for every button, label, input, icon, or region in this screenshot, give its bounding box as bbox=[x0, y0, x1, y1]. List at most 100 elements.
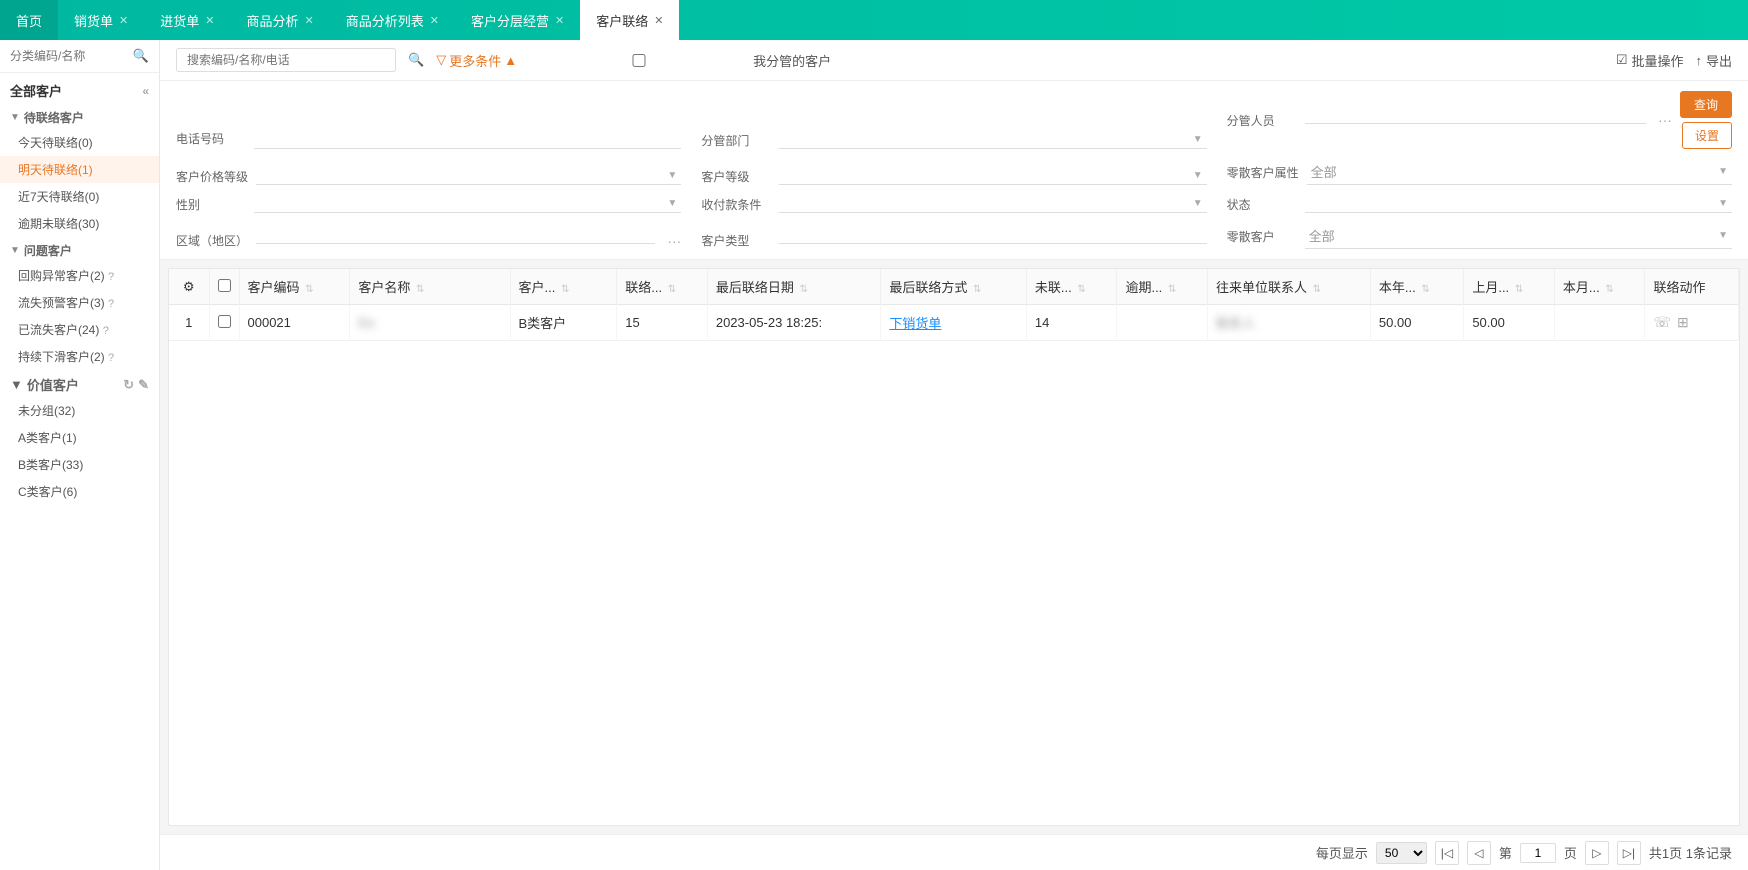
td-customer-name: Ea bbox=[350, 305, 510, 341]
th-checkbox[interactable] bbox=[209, 269, 239, 305]
search-icon[interactable]: 🔍 bbox=[133, 48, 149, 64]
query-button[interactable]: 查询 bbox=[1680, 91, 1732, 118]
th-contact-count[interactable]: 联络... ⇅ bbox=[617, 269, 708, 305]
sidebar-item-tomorrow-pending[interactable]: 明天待联络(1) bbox=[0, 156, 159, 183]
row-checkbox[interactable] bbox=[218, 315, 231, 328]
close-icon[interactable]: ✕ bbox=[430, 14, 439, 27]
nav-product-analysis-list[interactable]: 商品分析列表 ✕ bbox=[330, 0, 455, 40]
th-setting[interactable]: ⚙ bbox=[169, 269, 209, 305]
region-select[interactable] bbox=[256, 237, 655, 244]
filter-status: 状态 ▼ bbox=[1227, 195, 1732, 213]
collapse-icon[interactable]: « bbox=[142, 84, 149, 98]
sidebar-item-repurchase-abnormal[interactable]: 回购异常客户(2) ? bbox=[0, 262, 159, 289]
customer-name-blurred: Ea bbox=[358, 315, 374, 330]
settings-button[interactable]: 设置 bbox=[1682, 122, 1732, 149]
region-dots[interactable]: ··· bbox=[667, 233, 681, 249]
edit-icon[interactable]: ✎ bbox=[138, 377, 149, 393]
filter-phone: 电话号码 bbox=[176, 128, 681, 149]
last-page-btn[interactable]: ▷| bbox=[1617, 841, 1641, 865]
th-last-month[interactable]: 上月... ⇅ bbox=[1464, 269, 1555, 305]
last-method-link[interactable]: 下销货单 bbox=[889, 316, 941, 331]
my-customers-checkbox[interactable] bbox=[529, 54, 749, 67]
dept-select[interactable]: ▼ bbox=[779, 131, 1206, 149]
close-icon[interactable]: ✕ bbox=[119, 14, 128, 27]
nav-customer-contact[interactable]: 客户联络 ✕ bbox=[580, 0, 679, 40]
my-customers-filter[interactable]: 我分管的客户 bbox=[529, 51, 831, 70]
th-this-month[interactable]: 本月... ⇅ bbox=[1554, 269, 1645, 305]
nav-sales-order[interactable]: 销货单 ✕ bbox=[58, 0, 144, 40]
sidebar-group-problem: 问题客户 bbox=[0, 237, 159, 262]
sidebar: 🔍 全部客户 « 待联络客户 今天待联络(0) 明天待联络(1) 近7天待联络(… bbox=[0, 40, 160, 870]
th-overdue[interactable]: 逾期... ⇅ bbox=[1117, 269, 1208, 305]
th-customer-type[interactable]: 客户... ⇅ bbox=[510, 269, 617, 305]
th-last-contact-date[interactable]: 最后联络日期 ⇅ bbox=[707, 269, 881, 305]
sidebar-search-input[interactable] bbox=[10, 49, 133, 63]
manager-dots[interactable]: ··· bbox=[1658, 112, 1672, 128]
sidebar-item-7days-pending[interactable]: 近7天待联络(0) bbox=[0, 183, 159, 210]
price-grade-select[interactable]: ▼ bbox=[256, 167, 681, 185]
export-btn[interactable]: ↑ 导出 bbox=[1695, 51, 1732, 70]
prev-page-btn[interactable]: ◁ bbox=[1467, 841, 1491, 865]
customer-grade-select[interactable]: ▼ bbox=[779, 167, 1206, 185]
next-page-btn[interactable]: ▷ bbox=[1585, 841, 1609, 865]
retail-attr-select[interactable]: 全部▼ bbox=[1307, 159, 1732, 185]
table-row: 1 000021 Ea B类客户 15 2023-05-23 18:25: 下销… bbox=[169, 305, 1739, 341]
contact-icon[interactable]: ☏ bbox=[1653, 314, 1671, 331]
th-last-contact-method[interactable]: 最后联络方式 ⇅ bbox=[881, 269, 1027, 305]
sidebar-item-class-a[interactable]: A类客户(1) bbox=[0, 424, 159, 451]
nav-home[interactable]: 首页 bbox=[0, 0, 58, 40]
manager-select[interactable] bbox=[1305, 117, 1646, 124]
select-all-checkbox[interactable] bbox=[218, 279, 231, 292]
all-customers-header[interactable]: 全部客户 « bbox=[0, 73, 159, 104]
customer-table: ⚙ 客户编码 ⇅ 客户名称 ⇅ 客户... ⇅ 联络... ⇅ 最后联络日期 ⇅… bbox=[169, 269, 1739, 341]
search-input[interactable] bbox=[176, 48, 396, 72]
sidebar-item-churn-warning[interactable]: 流失预警客户(3) ? bbox=[0, 289, 159, 316]
th-contact-action[interactable]: 联络动作 bbox=[1645, 269, 1739, 305]
th-customer-name[interactable]: 客户名称 ⇅ bbox=[350, 269, 510, 305]
th-this-year[interactable]: 本年... ⇅ bbox=[1370, 269, 1463, 305]
td-this-year: 50.00 bbox=[1370, 305, 1463, 341]
retail-customer-select[interactable]: 全部▼ bbox=[1305, 223, 1732, 249]
th-partner-contact[interactable]: 往来单位联系人 ⇅ bbox=[1208, 269, 1371, 305]
nav-customer-segmentation[interactable]: 客户分层经营 ✕ bbox=[455, 0, 580, 40]
first-page-btn[interactable]: |◁ bbox=[1435, 841, 1459, 865]
page-number-input[interactable] bbox=[1520, 843, 1556, 863]
more-conditions-btn[interactable]: ▽ 更多条件 ▲ bbox=[436, 51, 517, 70]
sidebar-item-ungroup[interactable]: 未分组(32) bbox=[0, 397, 159, 424]
close-icon[interactable]: ✕ bbox=[305, 14, 314, 27]
pagination-bar: 每页显示 50 100 200 |◁ ◁ 第 页 ▷ ▷| 共1页 1条记录 bbox=[160, 834, 1748, 870]
filter-dept: 分管部门 ▼ bbox=[701, 131, 1206, 149]
payment-select[interactable]: ▼ bbox=[779, 195, 1206, 213]
qr-code-icon[interactable]: ⊞ bbox=[1677, 314, 1689, 331]
td-row-num: 1 bbox=[169, 305, 209, 341]
th-uncontact-days[interactable]: 未联... ⇅ bbox=[1026, 269, 1117, 305]
sidebar-item-declining[interactable]: 持续下滑客户(2) ? bbox=[0, 343, 159, 370]
nav-product-analysis[interactable]: 商品分析 ✕ bbox=[230, 0, 329, 40]
batch-operation-btn[interactable]: ☑ 批量操作 bbox=[1616, 51, 1684, 70]
total-records-label: 共1页 1条记录 bbox=[1649, 843, 1732, 862]
sidebar-item-class-c[interactable]: C类客户(6) bbox=[0, 478, 159, 505]
sidebar-item-class-b[interactable]: B类客户(33) bbox=[0, 451, 159, 478]
td-last-method[interactable]: 下销货单 bbox=[881, 305, 1027, 341]
content-area: 🔍 ▽ 更多条件 ▲ 我分管的客户 ☑ 批量操作 ↑ 导出 bbox=[160, 40, 1748, 870]
search-submit-icon[interactable]: 🔍 bbox=[408, 52, 424, 68]
page-suffix: 页 bbox=[1564, 843, 1577, 862]
sidebar-item-overdue-pending[interactable]: 逾期未联络(30) bbox=[0, 210, 159, 237]
close-icon[interactable]: ✕ bbox=[654, 14, 663, 27]
close-icon[interactable]: ✕ bbox=[205, 14, 214, 27]
customer-type-select[interactable] bbox=[779, 237, 1206, 244]
per-page-select[interactable]: 50 100 200 bbox=[1376, 842, 1427, 864]
filter-action-buttons: 查询 设置 bbox=[1680, 91, 1732, 149]
td-checkbox[interactable] bbox=[209, 305, 239, 341]
gender-select[interactable]: ▼ bbox=[254, 195, 681, 213]
status-select[interactable]: ▼ bbox=[1305, 195, 1732, 213]
phone-input[interactable] bbox=[254, 128, 681, 149]
sidebar-item-churned[interactable]: 已流失客户(24) ? bbox=[0, 316, 159, 343]
nav-purchase-order[interactable]: 进货单 ✕ bbox=[144, 0, 230, 40]
sidebar-item-today-pending[interactable]: 今天待联络(0) bbox=[0, 129, 159, 156]
close-icon[interactable]: ✕ bbox=[555, 14, 564, 27]
action-icons-group: ☏ ⊞ bbox=[1653, 314, 1730, 331]
th-customer-code[interactable]: 客户编码 ⇅ bbox=[239, 269, 350, 305]
td-action[interactable]: ☏ ⊞ bbox=[1645, 305, 1739, 341]
refresh-icon[interactable]: ↻ bbox=[123, 377, 134, 393]
